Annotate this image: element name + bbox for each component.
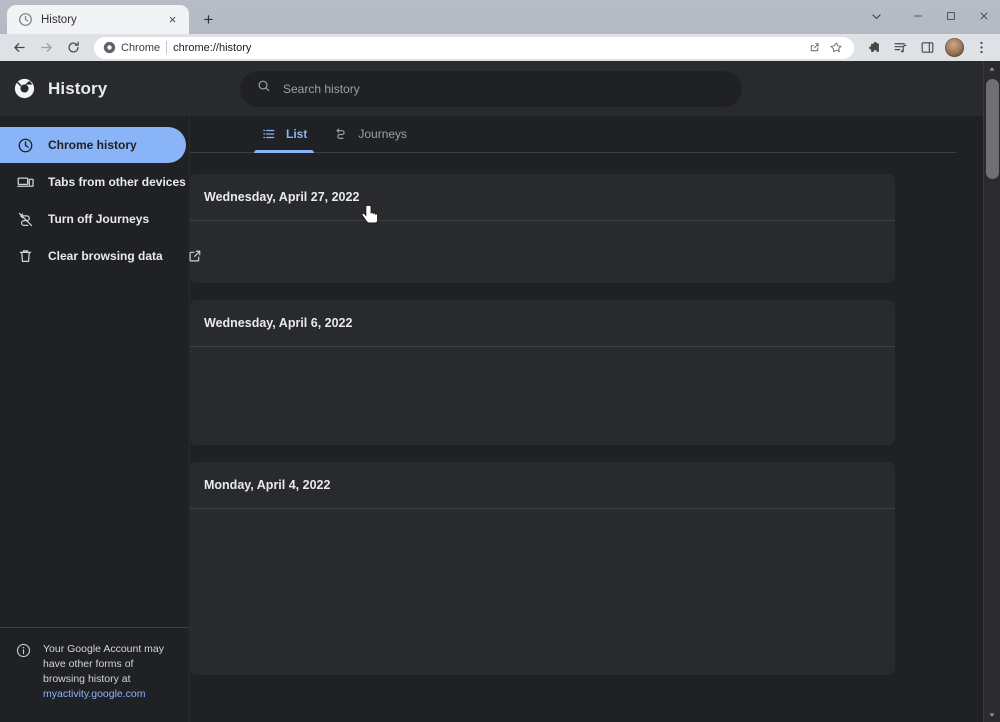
scroll-down-arrow[interactable] [984, 707, 1000, 722]
list-item[interactable] [190, 254, 895, 283]
sidebar-nav: Chrome history Tabs from other devices T… [0, 116, 201, 274]
search-icon [257, 79, 271, 98]
history-header: History Search history [0, 61, 1000, 116]
omnibox-url[interactable]: chrome://history [173, 42, 799, 54]
journeys-off-icon [16, 210, 34, 228]
minimize-button[interactable] [901, 0, 934, 32]
history-group-items [190, 221, 895, 283]
history-group-date: Wednesday, April 6, 2022 [190, 300, 895, 347]
tab-label: List [286, 127, 308, 141]
list-item[interactable] [190, 509, 895, 542]
info-icon [16, 643, 31, 658]
search-input[interactable]: Search history [240, 70, 742, 107]
history-group-date: Wednesday, April 27, 2022 [190, 174, 895, 221]
history-group-items [190, 509, 895, 675]
omnibox-divider [166, 41, 168, 54]
trash-icon [16, 247, 34, 265]
chevron-down-icon[interactable] [860, 0, 893, 32]
scrollbar-track[interactable] [984, 76, 1000, 707]
search-placeholder: Search history [283, 81, 360, 96]
devices-icon [16, 173, 34, 191]
sidebar-item-chrome-history[interactable]: Chrome history [0, 127, 186, 163]
sidebar-item-label: Turn off Journeys [48, 212, 150, 226]
list-item[interactable] [190, 221, 895, 254]
forward-arrow-icon[interactable] [33, 35, 59, 61]
history-page: History Search history Chrome history Ta… [0, 61, 1000, 722]
browser-toolbar: Chrome chrome://history [0, 34, 1000, 61]
list-item[interactable] [190, 608, 895, 641]
history-group-date: Monday, April 4, 2022 [190, 462, 895, 509]
list-item[interactable] [190, 575, 895, 608]
address-bar[interactable]: Chrome chrome://history [94, 36, 854, 59]
list-icon [261, 127, 276, 142]
tab-journeys[interactable]: Journeys [320, 116, 420, 152]
browser-tab-history[interactable]: History × [7, 5, 189, 34]
sidebar-item-tabs-from-other-devices[interactable]: Tabs from other devices [0, 164, 186, 200]
new-tab-button[interactable]: + [195, 6, 222, 33]
close-icon[interactable]: × [164, 11, 181, 28]
history-clock-icon [18, 12, 33, 27]
chrome-logo-icon [14, 78, 35, 99]
star-icon[interactable] [827, 39, 845, 57]
list-item[interactable] [190, 413, 895, 445]
side-panel-icon[interactable] [914, 35, 940, 61]
history-group-card: Wednesday, April 6, 2022 [190, 300, 895, 445]
journeys-icon [333, 127, 348, 142]
clock-icon [16, 136, 34, 154]
browser-title-bar: History × + [0, 0, 1000, 34]
external-link-icon [188, 249, 202, 263]
avatar[interactable] [941, 35, 967, 61]
three-dot-menu-icon[interactable] [968, 35, 994, 61]
tab-list[interactable]: List [248, 116, 320, 153]
sidebar-item-label: Tabs from other devices [48, 175, 186, 189]
profile-avatar-image [944, 38, 964, 57]
history-group-card: Monday, April 4, 2022 [190, 462, 895, 675]
history-groups: Wednesday, April 27, 2022 Wednesday, Apr… [190, 153, 1000, 675]
list-item[interactable] [190, 542, 895, 575]
scroll-up-arrow[interactable] [984, 61, 1000, 76]
scrollbar-thumb[interactable] [985, 79, 999, 179]
sidebar-item-label: Clear browsing data [48, 249, 163, 263]
sidebar-footer: Your Google Account may have other forms… [0, 627, 189, 722]
back-arrow-icon[interactable] [6, 35, 32, 61]
history-group-items [190, 347, 895, 445]
tab-strip: History × + [0, 0, 222, 34]
close-window-button[interactable] [967, 0, 1000, 32]
window-controls [860, 0, 1000, 32]
sidebar: Chrome history Tabs from other devices T… [0, 61, 201, 722]
page-scroll-region: Chrome history Tabs from other devices T… [0, 61, 1000, 722]
chrome-logo-icon [103, 41, 116, 54]
list-item[interactable] [190, 641, 895, 674]
myactivity-link[interactable]: myactivity.google.com [43, 688, 146, 700]
history-group-card: Wednesday, April 27, 2022 [190, 174, 895, 283]
puzzle-icon[interactable] [860, 35, 886, 61]
sidebar-item-label: Chrome history [48, 138, 137, 152]
content-tabs: List Journeys [190, 116, 956, 153]
sidebar-item-turn-off-journeys[interactable]: Turn off Journeys [0, 201, 186, 237]
list-item[interactable] [190, 380, 895, 413]
site-identity: Chrome [103, 41, 160, 54]
vertical-scrollbar[interactable] [983, 61, 1000, 722]
share-icon[interactable] [805, 39, 823, 57]
maximize-button[interactable] [934, 0, 967, 32]
sidebar-footer-text: Your Google Account may have other forms… [43, 642, 173, 702]
tab-label: Journeys [358, 127, 408, 141]
reading-list-icon[interactable] [887, 35, 913, 61]
sidebar-item-clear-browsing-data[interactable]: Clear browsing data [0, 238, 201, 274]
main-content: List Journeys Wednesday, April 27, 2022 [190, 61, 1000, 722]
header-brand: History [0, 78, 190, 99]
omnibox-chrome-label: Chrome [121, 41, 161, 54]
search-area: Search history [190, 70, 742, 107]
page-title: History [48, 78, 108, 98]
tab-title: History [41, 13, 77, 26]
reload-icon[interactable] [60, 35, 86, 61]
omnibox-actions [805, 39, 845, 57]
list-item[interactable] [190, 347, 895, 380]
sidebar-footer-note: Your Google Account may have other forms… [43, 643, 165, 685]
